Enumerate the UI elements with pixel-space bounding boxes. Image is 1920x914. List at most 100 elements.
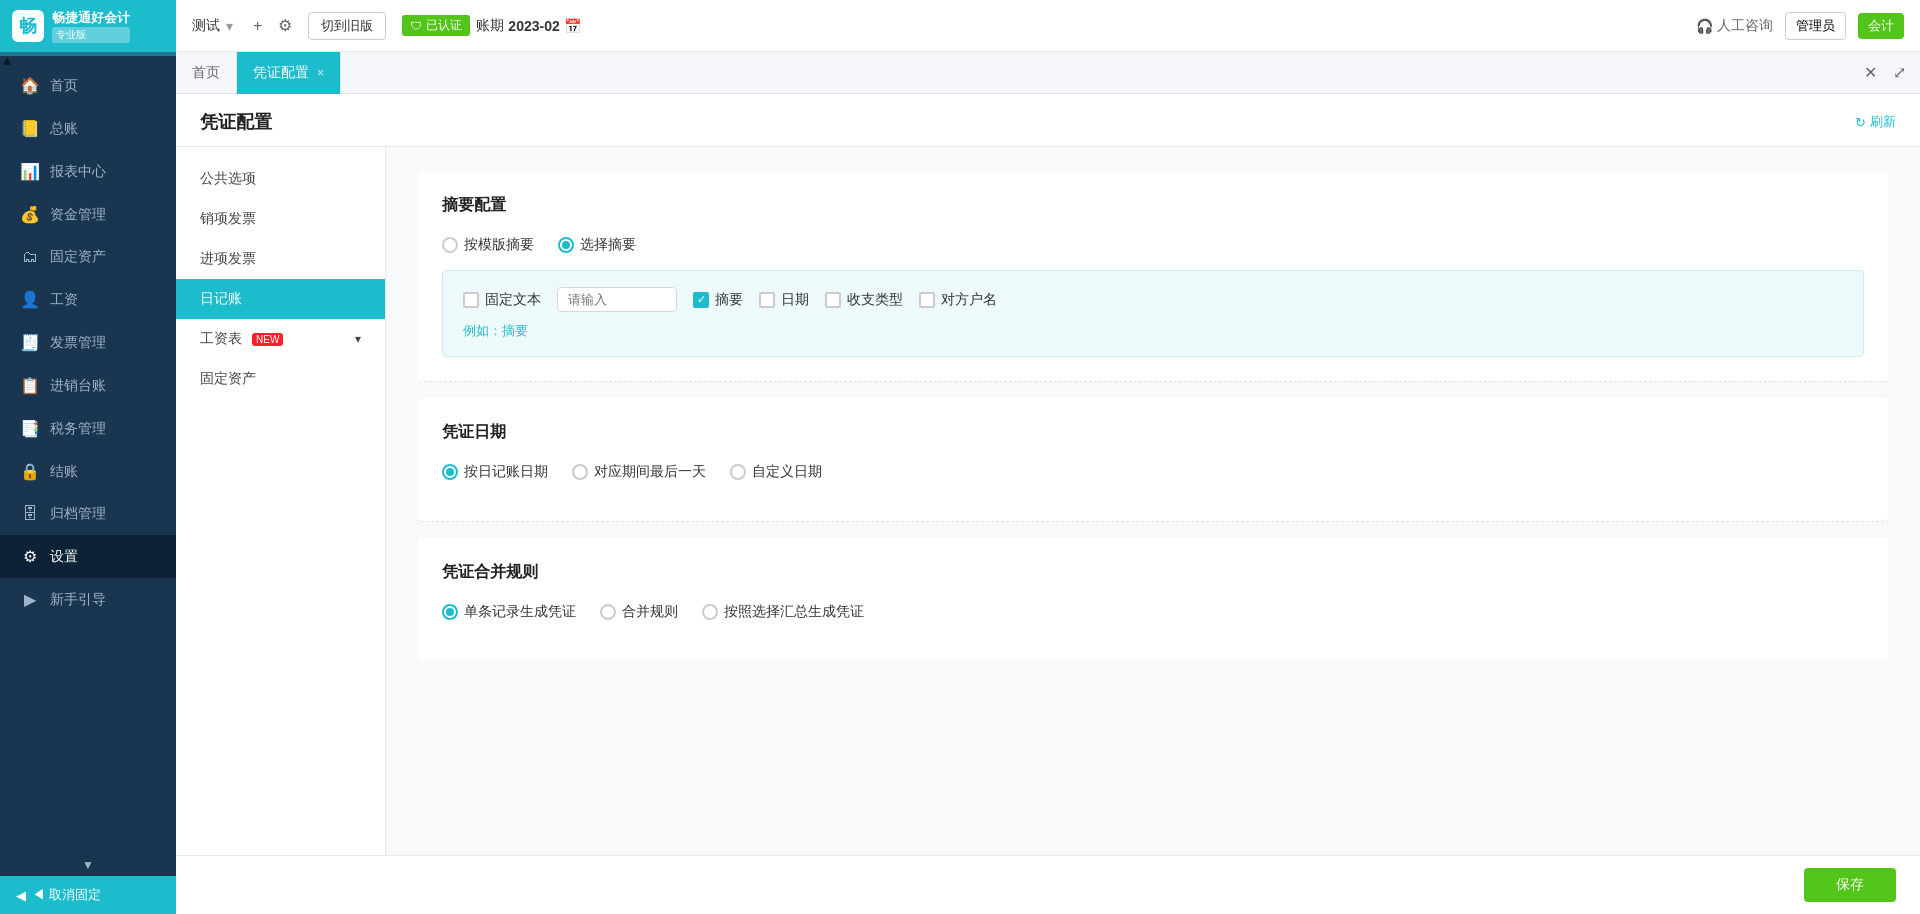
sidebar-item-payroll[interactable]: 👤 工资 [0,278,176,321]
sidebar-item-assets[interactable]: 🗂 固定资产 [0,236,176,278]
journal-date-option[interactable]: 按日记账日期 [442,463,548,481]
sidebar-item-sales[interactable]: 📋 进销台账 [0,364,176,407]
switch-old-version-button[interactable]: 切到旧版 [308,12,386,40]
home-icon: 🏠 [20,76,40,95]
sidebar-item-tax[interactable]: 📑 税务管理 [0,407,176,450]
merge-rules-option[interactable]: 合并规则 [600,603,678,621]
tab-voucher-config[interactable]: 凭证配置 × [237,52,341,94]
date-checkbox[interactable]: 日期 [759,291,809,309]
journal-date-radio [442,464,458,480]
merge-options-row: 单条记录生成凭证 合并规则 按照选择汇总生成凭证 [442,603,1864,621]
settings-gear-button[interactable]: ⚙ [274,12,296,39]
save-button[interactable]: 保存 [1804,868,1896,902]
close-tab-button[interactable]: ✕ [1858,59,1883,86]
user-button[interactable]: 管理员 [1785,12,1846,40]
sidebar-item-guide[interactable]: ▶ 新手引导 [0,578,176,621]
tabbar-right-actions: ✕ ⤢ [1858,59,1920,86]
archive-icon: 🗄 [20,505,40,523]
chevron-down-icon: ▾ [355,332,361,346]
sidebar-unfix-btn[interactable]: ◀ ◀ 取消固定 [0,876,176,914]
right-content: 摘要配置 按模版摘要 选择摘要 [386,147,1920,855]
topbar-status: 🛡 已认证 账期 2023-02 📅 [402,15,580,36]
topbar: 测试 ▾ + ⚙ 切到旧版 🛡 已认证 账期 2023-02 📅 🎧 人工咨询 … [176,0,1920,52]
sidebar-item-archive[interactable]: 🗄 归档管理 [0,493,176,535]
funds-icon: 💰 [20,205,40,224]
sidebar-item-ledger[interactable]: 📒 总账 [0,107,176,150]
payroll-icon: 👤 [20,290,40,309]
scroll-up-arrow[interactable]: ▲ [0,52,176,56]
refresh-button[interactable]: ↻ 刷新 [1855,113,1896,131]
left-nav-public[interactable]: 公共选项 [176,159,385,199]
left-nav-fixed-assets[interactable]: 固定资产 [176,359,385,399]
invoice-icon: 🧾 [20,333,40,352]
project-chevron-icon: ▾ [226,18,233,34]
by-selection-radio [702,604,718,620]
left-nav-payroll-table[interactable]: 工资表 NEW ▾ [176,319,385,359]
left-nav-sales-invoice[interactable]: 销项发票 [176,199,385,239]
template-radio [442,237,458,253]
accountant-button[interactable]: 会计 [1858,13,1904,39]
page-header: 凭证配置 ↻ 刷新 [176,94,1920,147]
income-type-checkbox[interactable]: 收支类型 [825,291,903,309]
sidebar-item-funds[interactable]: 💰 资金管理 [0,193,176,236]
single-radio [442,604,458,620]
period-last-option[interactable]: 对应期间最后一天 [572,463,706,481]
add-button[interactable]: + [249,13,266,39]
certified-badge: 🛡 已认证 [402,15,470,36]
example-text: 例如：摘要 [463,322,1843,340]
settings-icon: ⚙ [20,547,40,566]
guide-icon: ▶ [20,590,40,609]
expand-button[interactable]: ⤢ [1887,59,1912,86]
close-period-icon: 🔒 [20,462,40,481]
tab-home[interactable]: 首页 [176,52,237,94]
date-options-row: 按日记账日期 对应期间最后一天 自定义日期 [442,463,1864,481]
summary-checkbox[interactable]: ✓ 摘要 [693,291,743,309]
summary-config-row: 固定文本 ✓ 摘要 日期 [463,287,1843,312]
shield-icon: 🛡 [410,19,422,33]
merge-section: 凭证合并规则 单条记录生成凭证 合并规则 按照选择汇总生成凭证 [418,538,1888,661]
counterparty-check-box [919,292,935,308]
by-selection-option[interactable]: 按照选择汇总生成凭证 [702,603,864,621]
headset-icon: 🎧 [1696,18,1713,34]
content-area: 凭证配置 ↻ 刷新 公共选项 销项发票 进项发票 日记账 [176,94,1920,914]
customer-service-button[interactable]: 🎧 人工咨询 [1696,17,1773,35]
counterparty-checkbox[interactable]: 对方户名 [919,291,997,309]
summary-title: 摘要配置 [442,195,1864,216]
fixed-text-checkbox[interactable]: 固定文本 [463,291,541,309]
merge-title: 凭证合并规则 [442,562,1864,583]
sidebar-logo: 畅 畅捷通好会计 专业版 [0,0,176,52]
period-info: 账期 2023-02 📅 [476,17,580,35]
unfix-icon: ◀ [16,888,26,903]
income-check-box [825,292,841,308]
tabbar: 首页 凭证配置 × ✕ ⤢ [176,52,1920,94]
refresh-icon: ↻ [1855,115,1866,130]
project-name: 测试 ▾ [192,17,233,35]
summary-config-box: 固定文本 ✓ 摘要 日期 [442,270,1864,357]
sidebar-item-home[interactable]: 🏠 首页 [0,64,176,107]
custom-date-option[interactable]: 自定义日期 [730,463,822,481]
period-last-radio [572,464,588,480]
calendar-icon[interactable]: 📅 [564,18,581,34]
sales-icon: 📋 [20,376,40,395]
left-nav-purchase-invoice[interactable]: 进项发票 [176,239,385,279]
sidebar-nav: 🏠 首页 📒 总账 📊 报表中心 💰 资金管理 🗂 固定资产 👤 工资 🧾 发票… [0,56,176,854]
logo-text: 畅捷通好会计 专业版 [52,9,130,43]
date-title: 凭证日期 [442,422,1864,443]
left-nav: 公共选项 销项发票 进项发票 日记账 工资表 NEW ▾ 固定资产 [176,147,386,855]
sidebar-item-reports[interactable]: 📊 报表中心 [0,150,176,193]
reports-icon: 📊 [20,162,40,181]
sidebar-item-settings[interactable]: ⚙ 设置 [0,535,176,578]
sidebar-item-invoice[interactable]: 🧾 发票管理 [0,321,176,364]
fixed-text-input[interactable] [557,287,677,312]
footer-bar: 保存 [176,855,1920,914]
single-record-option[interactable]: 单条记录生成凭证 [442,603,576,621]
left-nav-journal[interactable]: 日记账 [176,279,385,319]
tab-close-icon[interactable]: × [317,66,324,80]
main-area: 测试 ▾ + ⚙ 切到旧版 🛡 已认证 账期 2023-02 📅 🎧 人工咨询 … [176,0,1920,914]
sidebar-item-close[interactable]: 🔒 结账 [0,450,176,493]
summary-template-option[interactable]: 按模版摘要 [442,236,534,254]
logo-icon: 畅 [12,10,44,42]
summary-select-option[interactable]: 选择摘要 [558,236,636,254]
merge-radio [600,604,616,620]
summary-section: 摘要配置 按模版摘要 选择摘要 [418,171,1888,382]
